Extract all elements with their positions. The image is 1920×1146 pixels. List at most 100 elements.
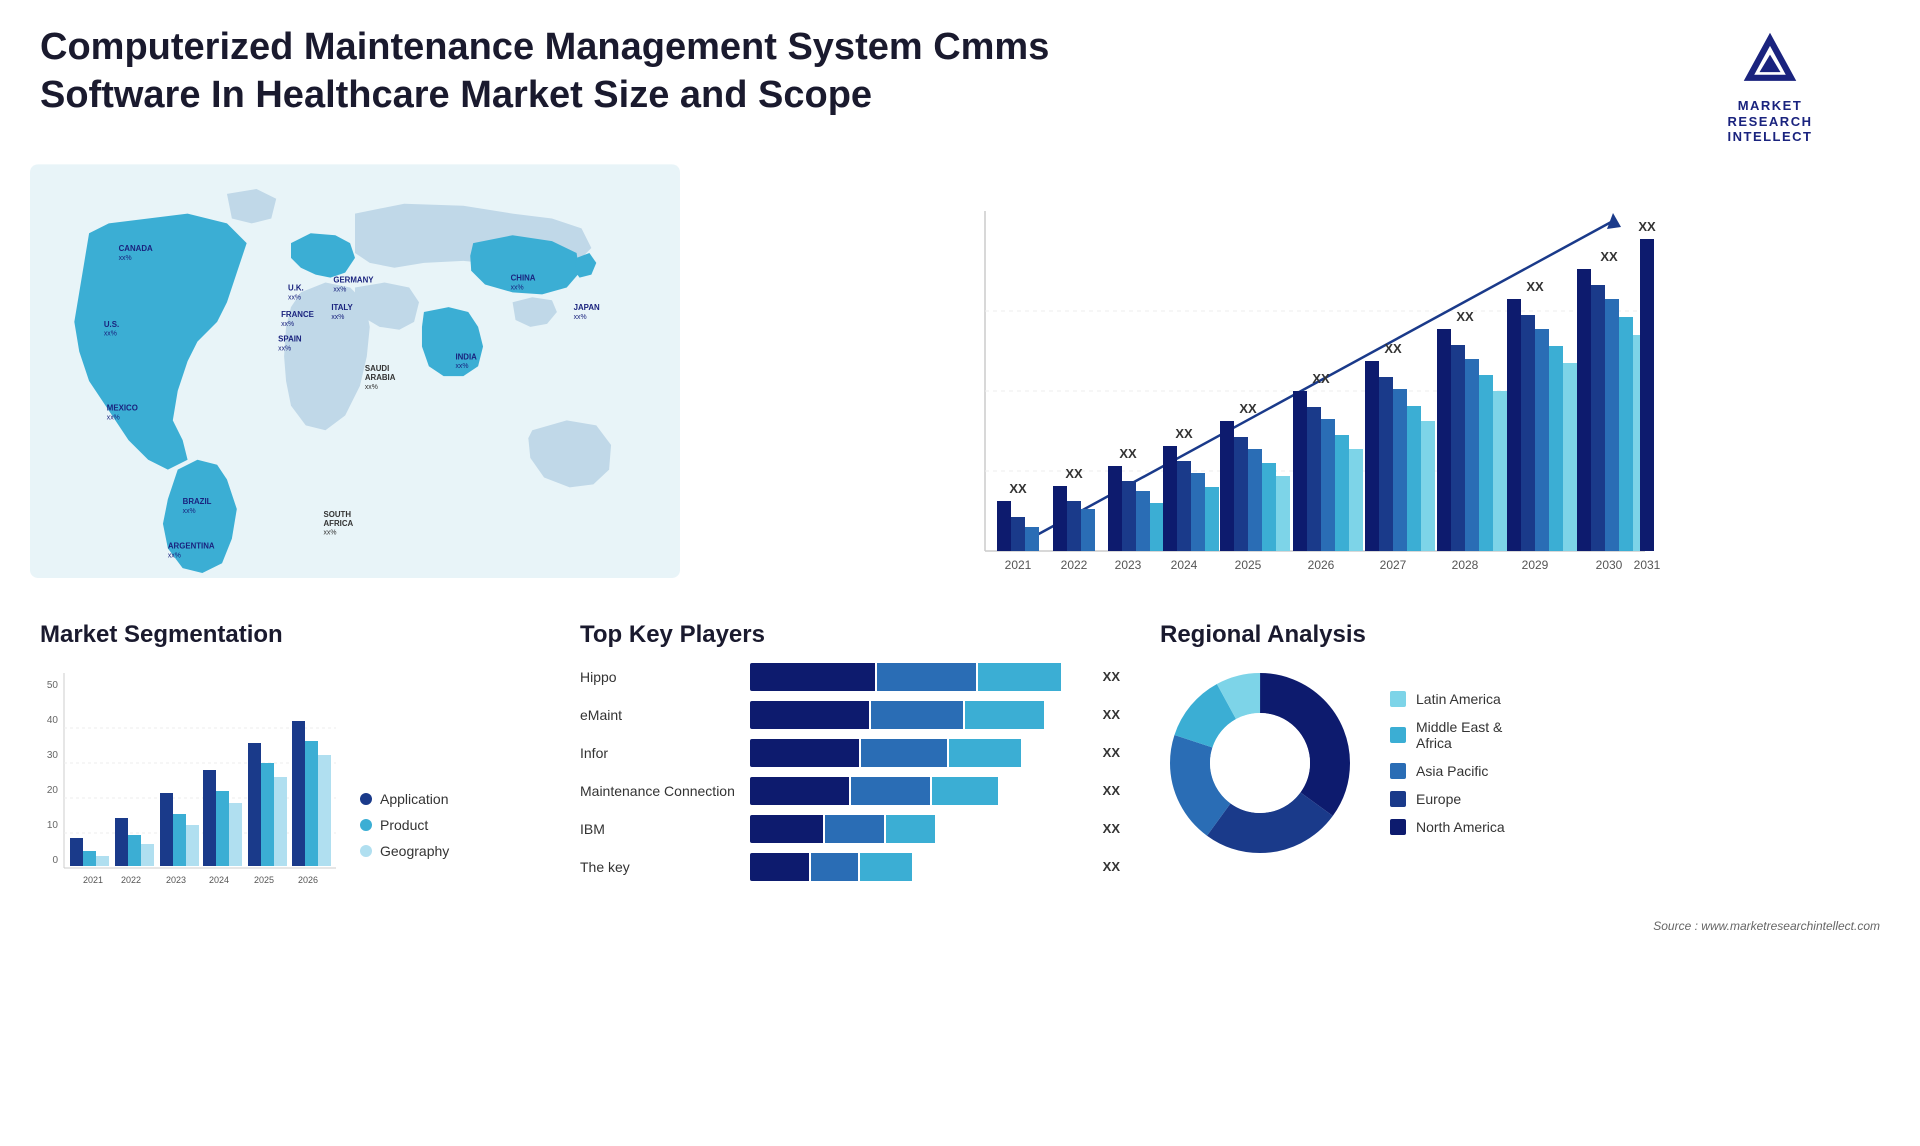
- regional-legend-mea: Middle East &Africa: [1390, 719, 1505, 751]
- player-bar-infor: [750, 739, 1080, 767]
- svg-text:2030: 2030: [1596, 558, 1623, 572]
- svg-text:BRAZIL: BRAZIL: [183, 497, 212, 506]
- svg-text:xx%: xx%: [331, 314, 344, 321]
- player-bar-seg-3: [860, 853, 913, 881]
- svg-text:XX: XX: [1009, 481, 1027, 496]
- svg-text:2026: 2026: [1308, 558, 1335, 572]
- seg-legend-product: Product: [360, 817, 449, 833]
- seg-chart-area: 0 10 20 30 40 50: [40, 663, 340, 883]
- svg-text:XX: XX: [1526, 279, 1544, 294]
- legend-dot-application: [360, 793, 372, 805]
- svg-text:xx%: xx%: [281, 321, 294, 328]
- svg-text:ARGENTINA: ARGENTINA: [168, 541, 215, 550]
- player-bar-seg-3: [886, 815, 936, 843]
- player-bar-seg-2: [877, 663, 976, 691]
- svg-text:xx%: xx%: [455, 363, 468, 370]
- player-bar-seg-1: [750, 853, 809, 881]
- svg-text:40: 40: [47, 715, 59, 726]
- svg-text:2021: 2021: [1005, 558, 1032, 572]
- player-name-thekey: The key: [580, 859, 740, 875]
- player-bar-seg-2: [871, 701, 963, 729]
- player-xx-hippo: XX: [1090, 669, 1120, 684]
- svg-text:2025: 2025: [1235, 558, 1262, 572]
- donut-wrapper: Latin America Middle East &Africa Asia P…: [1160, 663, 1880, 863]
- svg-text:2027: 2027: [1380, 558, 1407, 572]
- svg-text:FRANCE: FRANCE: [281, 310, 314, 319]
- player-name-emaint: eMaint: [580, 707, 740, 723]
- seg-legend-label-application: Application: [380, 791, 449, 807]
- regional-legend-asia-pacific: Asia Pacific: [1390, 763, 1505, 779]
- donut-chart-svg: [1160, 663, 1360, 863]
- player-bar-seg-3: [978, 663, 1061, 691]
- svg-text:2022: 2022: [121, 875, 141, 885]
- regional-label-europe: Europe: [1416, 791, 1461, 807]
- seg-legend-application: Application: [360, 791, 449, 807]
- player-row-mc: Maintenance Connection XX: [580, 777, 1120, 805]
- main-content: CANADA xx% U.S. xx% MEXICO xx% BRAZIL xx…: [0, 161, 1920, 911]
- world-map-section: CANADA xx% U.S. xx% MEXICO xx% BRAZIL xx…: [30, 161, 680, 601]
- seg-legend-geography: Geography: [360, 843, 449, 859]
- page-title: Computerized Maintenance Management Syst…: [40, 24, 1140, 119]
- svg-text:INDIA: INDIA: [455, 352, 477, 361]
- svg-text:xx%: xx%: [183, 508, 196, 515]
- regional-label-mea: Middle East &Africa: [1416, 719, 1502, 751]
- svg-text:xx%: xx%: [574, 314, 587, 321]
- svg-text:2024: 2024: [1171, 558, 1198, 572]
- legend-sq-asia-pacific: [1390, 763, 1406, 779]
- svg-text:2025: 2025: [254, 875, 274, 885]
- player-bar-seg-1: [750, 663, 875, 691]
- regional-legend: Latin America Middle East &Africa Asia P…: [1390, 691, 1505, 835]
- player-bar-emaint: [750, 701, 1080, 729]
- segmentation-section: Market Segmentation 0 10 20 30 40 50: [30, 621, 550, 891]
- player-xx-infor: XX: [1090, 745, 1120, 760]
- regional-legend-north-america: North America: [1390, 819, 1505, 835]
- svg-text:2023: 2023: [166, 875, 186, 885]
- svg-text:SOUTH: SOUTH: [323, 510, 351, 519]
- player-bar-seg-2: [825, 815, 884, 843]
- svg-text:CANADA: CANADA: [119, 244, 153, 253]
- player-bar-seg-3: [932, 777, 998, 805]
- player-bar-hippo: [750, 663, 1080, 691]
- player-bar-seg-3: [949, 739, 1022, 767]
- svg-text:10: 10: [47, 820, 59, 831]
- player-bar-seg-1: [750, 815, 823, 843]
- player-bar-seg-1: [750, 739, 859, 767]
- bottom-grid: Market Segmentation 0 10 20 30 40 50: [30, 611, 1890, 891]
- player-bar-seg-2: [811, 853, 857, 881]
- regional-label-north-america: North America: [1416, 819, 1505, 835]
- svg-text:ITALY: ITALY: [331, 303, 353, 312]
- svg-text:XX: XX: [1600, 249, 1618, 264]
- svg-text:XX: XX: [1119, 446, 1137, 461]
- svg-text:ARABIA: ARABIA: [365, 373, 396, 382]
- logo-icon: [1735, 24, 1805, 94]
- regional-legend-europe: Europe: [1390, 791, 1505, 807]
- svg-text:2028: 2028: [1452, 558, 1479, 572]
- svg-text:XX: XX: [1239, 401, 1257, 416]
- regional-legend-latin-america: Latin America: [1390, 691, 1505, 707]
- svg-text:JAPAN: JAPAN: [574, 303, 600, 312]
- svg-text:SAUDI: SAUDI: [365, 364, 389, 373]
- player-bar-seg-2: [861, 739, 947, 767]
- segmentation-title: Market Segmentation: [40, 621, 540, 649]
- svg-text:2021: 2021: [83, 875, 103, 885]
- svg-text:50: 50: [47, 680, 59, 691]
- legend-dot-geography: [360, 845, 372, 857]
- player-xx-mc: XX: [1090, 783, 1120, 798]
- player-name-hippo: Hippo: [580, 669, 740, 685]
- player-bar-seg-1: [750, 701, 869, 729]
- svg-text:U.K.: U.K.: [288, 283, 304, 292]
- bar-chart-svg: XX 2021 XX 2022 XX 2023: [720, 191, 1870, 611]
- world-map-svg: CANADA xx% U.S. xx% MEXICO xx% BRAZIL xx…: [30, 161, 680, 601]
- svg-text:30: 30: [47, 750, 59, 761]
- svg-text:2026: 2026: [298, 875, 318, 885]
- player-bar-seg-1: [750, 777, 849, 805]
- player-bar-mc: [750, 777, 1080, 805]
- svg-text:xx%: xx%: [288, 294, 301, 301]
- player-bar-thekey: [750, 853, 1080, 881]
- seg-legend-label-geography: Geography: [380, 843, 449, 859]
- player-bar-seg-3: [965, 701, 1044, 729]
- player-xx-ibm: XX: [1090, 821, 1120, 836]
- player-name-infor: Infor: [580, 745, 740, 761]
- player-xx-thekey: XX: [1090, 859, 1120, 874]
- svg-text:AFRICA: AFRICA: [323, 519, 353, 528]
